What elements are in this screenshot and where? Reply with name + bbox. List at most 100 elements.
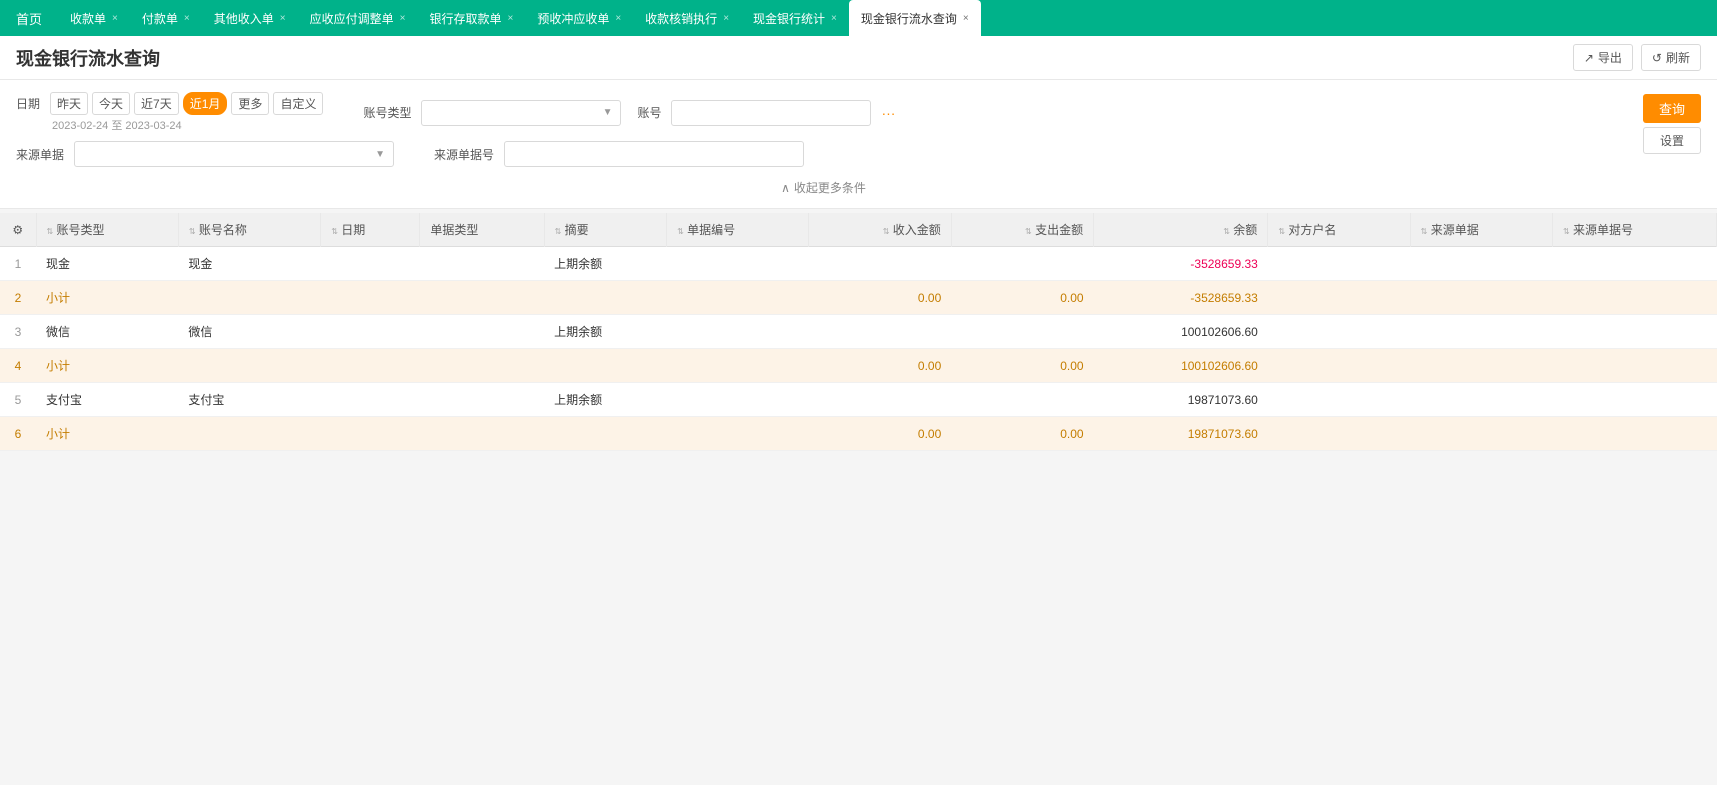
nav-tab-应收应付调整单[interactable]: 应收应付调整单 × bbox=[298, 0, 418, 36]
source-doc-no-input[interactable] bbox=[504, 141, 804, 167]
close-icon[interactable]: × bbox=[615, 13, 621, 24]
th-account-type[interactable]: ⇅ 账号类型 bbox=[36, 213, 178, 247]
table-row: 3 微信 微信 上期余额 100102606.60 bbox=[0, 315, 1717, 349]
cell-doc-no bbox=[667, 383, 809, 417]
filter-actions: 查询 设置 bbox=[1631, 92, 1701, 154]
cell-date bbox=[321, 417, 420, 451]
date-range-text: 2023-02-24 至 2023-03-24 bbox=[52, 120, 182, 132]
th-doc-no[interactable]: ⇅ 单据编号 bbox=[667, 213, 809, 247]
cell-summary: 上期余额 bbox=[544, 247, 666, 281]
cell-doc-no bbox=[667, 417, 809, 451]
account-type-label: 账号类型 bbox=[363, 104, 411, 121]
cell-expense bbox=[951, 383, 1093, 417]
nav-tab-付款单[interactable]: 付款单 × bbox=[130, 0, 202, 36]
th-counterparty[interactable]: ⇅ 对方户名 bbox=[1268, 213, 1410, 247]
date-btn-1month[interactable]: 近1月 bbox=[183, 92, 228, 115]
header-row: ⚙ ⇅ 账号类型 ⇅ 账号名称 ⇅ 日期 单据类型 ⇅ 摘要 bbox=[0, 213, 1717, 247]
account-no-filter: 账号 ··· bbox=[637, 100, 899, 126]
sort-icon-2: ⇅ bbox=[189, 227, 196, 236]
th-source-doc[interactable]: ⇅ 来源单据 bbox=[1410, 213, 1552, 247]
th-summary[interactable]: ⇅ 摘要 bbox=[544, 213, 666, 247]
table-row: 5 支付宝 支付宝 上期余额 19871073.60 bbox=[0, 383, 1717, 417]
sort-icon-3: ⇅ bbox=[331, 227, 338, 236]
th-income[interactable]: ⇅ 收入金额 bbox=[809, 213, 951, 247]
close-icon[interactable]: × bbox=[963, 13, 969, 24]
cell-source-doc bbox=[1410, 315, 1552, 349]
nav-tab-现金银行统计[interactable]: 现金银行统计 × bbox=[741, 0, 849, 36]
cell-counterparty bbox=[1268, 247, 1410, 281]
th-doc-type[interactable]: 单据类型 bbox=[420, 213, 544, 247]
cell-date bbox=[321, 383, 420, 417]
cell-date bbox=[321, 247, 420, 281]
search-button[interactable]: 查询 bbox=[1643, 94, 1701, 123]
close-icon[interactable]: × bbox=[400, 13, 406, 24]
th-account-name[interactable]: ⇅ 账号名称 bbox=[178, 213, 320, 247]
cell-account-type: 小计 bbox=[36, 349, 178, 383]
filter-fields: 日期 昨天 今天 近7天 近1月 更多 自定义 2023-02-24 至 202… bbox=[16, 92, 1631, 196]
cell-source-doc-no bbox=[1553, 247, 1717, 281]
cell-counterparty bbox=[1268, 281, 1410, 315]
date-btn-more[interactable]: 更多 bbox=[231, 92, 269, 115]
th-expense[interactable]: ⇅ 支出金额 bbox=[951, 213, 1093, 247]
close-icon[interactable]: × bbox=[723, 13, 729, 24]
cell-account-name bbox=[178, 281, 320, 315]
th-gear[interactable]: ⚙ bbox=[0, 213, 36, 247]
date-btn-custom[interactable]: 自定义 bbox=[273, 92, 323, 115]
source-doc-no-filter: 来源单据号 bbox=[434, 141, 804, 167]
cell-date bbox=[321, 315, 420, 349]
cell-account-name bbox=[178, 349, 320, 383]
filter-main: 日期 昨天 今天 近7天 近1月 更多 自定义 2023-02-24 至 202… bbox=[16, 92, 1701, 196]
cell-income: 0.00 bbox=[809, 349, 951, 383]
dots-icon[interactable]: ··· bbox=[877, 105, 899, 121]
nav-tab-其他收入单[interactable]: 其他收入单 × bbox=[202, 0, 298, 36]
date-btn-today[interactable]: 今天 bbox=[92, 92, 130, 115]
gear-icon[interactable]: ⚙ bbox=[12, 223, 23, 237]
nav-tab-收款核销执行[interactable]: 收款核销执行 × bbox=[633, 0, 741, 36]
account-type-select[interactable]: ▼ bbox=[421, 100, 621, 126]
th-date[interactable]: ⇅ 日期 bbox=[321, 213, 420, 247]
close-icon[interactable]: × bbox=[507, 13, 513, 24]
nav-tab-现金银行流水查询[interactable]: 现金银行流水查询 × bbox=[849, 0, 981, 36]
table-container: ⚙ ⇅ 账号类型 ⇅ 账号名称 ⇅ 日期 单据类型 ⇅ 摘要 bbox=[0, 213, 1717, 451]
th-source-doc-no[interactable]: ⇅ 来源单据号 bbox=[1553, 213, 1717, 247]
account-no-label: 账号 bbox=[637, 104, 661, 121]
export-icon: ↗ bbox=[1584, 51, 1594, 65]
close-icon[interactable]: × bbox=[280, 13, 286, 24]
cell-source-doc bbox=[1410, 281, 1552, 315]
cell-counterparty bbox=[1268, 315, 1410, 349]
nav-tab-银行存取款单[interactable]: 银行存取款单 × bbox=[417, 0, 525, 36]
account-type-filter: 账号类型 ▼ bbox=[363, 100, 621, 126]
source-doc-select[interactable]: ▼ bbox=[74, 141, 394, 167]
nav-home[interactable]: 首页 bbox=[0, 0, 58, 36]
refresh-button[interactable]: ↺ 刷新 bbox=[1641, 44, 1701, 71]
date-btn-yesterday[interactable]: 昨天 bbox=[50, 92, 88, 115]
table-row: 6 小计 0.00 0.00 19871073.60 bbox=[0, 417, 1717, 451]
table-row: 4 小计 0.00 0.00 100102606.60 bbox=[0, 349, 1717, 383]
nav-tab-预收冲应收单[interactable]: 预收冲应收单 × bbox=[525, 0, 633, 36]
cell-num: 3 bbox=[0, 315, 36, 349]
date-btn-7days[interactable]: 近7天 bbox=[134, 92, 179, 115]
date-shortcuts-row: 日期 昨天 今天 近7天 近1月 更多 自定义 bbox=[16, 92, 323, 115]
close-icon[interactable]: × bbox=[112, 13, 118, 24]
cell-source-doc-no bbox=[1553, 383, 1717, 417]
export-button[interactable]: ↗ 导出 bbox=[1573, 44, 1633, 71]
cell-num: 2 bbox=[0, 281, 36, 315]
cell-balance: 100102606.60 bbox=[1094, 315, 1268, 349]
filter-area: 日期 昨天 今天 近7天 近1月 更多 自定义 2023-02-24 至 202… bbox=[0, 80, 1717, 209]
account-no-input[interactable] bbox=[671, 100, 871, 126]
close-icon[interactable]: × bbox=[184, 13, 190, 24]
close-icon[interactable]: × bbox=[831, 13, 837, 24]
cell-account-type: 小计 bbox=[36, 417, 178, 451]
cell-doc-no bbox=[667, 315, 809, 349]
collapse-up-icon: ∧ bbox=[781, 181, 790, 195]
page-header: 现金银行流水查询 ↗ 导出 ↺ 刷新 bbox=[0, 36, 1717, 80]
source-doc-no-label: 来源单据号 bbox=[434, 146, 494, 163]
cell-summary: 上期余额 bbox=[544, 383, 666, 417]
sort-up-icon: ⇅ bbox=[47, 227, 54, 236]
cell-account-name bbox=[178, 417, 320, 451]
th-balance[interactable]: ⇅ 余额 bbox=[1094, 213, 1268, 247]
sort-icon-11: ⇅ bbox=[1421, 227, 1428, 236]
collapse-bar[interactable]: ∧ 收起更多条件 bbox=[16, 175, 1631, 196]
nav-tab-收款单[interactable]: 收款单 × bbox=[58, 0, 130, 36]
settings-button[interactable]: 设置 bbox=[1643, 127, 1701, 154]
